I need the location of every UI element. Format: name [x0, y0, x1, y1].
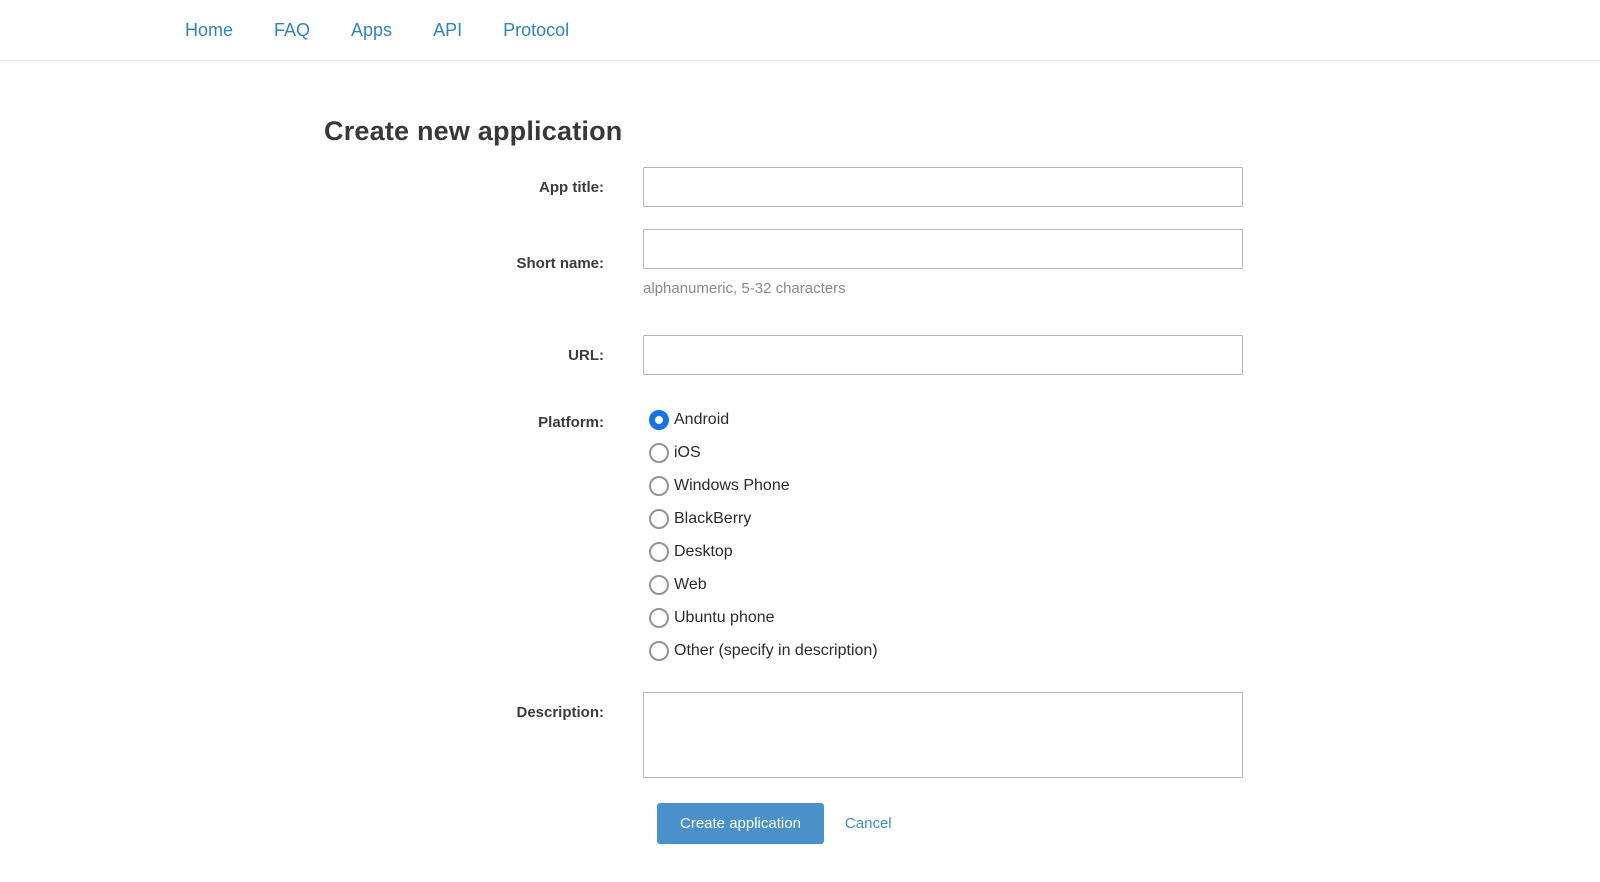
form-row-app-title: App title: — [185, 167, 1415, 207]
radio-unselected-icon[interactable] — [649, 509, 669, 529]
platform-option-label: Windows Phone — [674, 477, 790, 495]
platform-option-other-specify-in-description[interactable]: Other (specify in description) — [649, 641, 1243, 661]
nav-link-home[interactable]: Home — [185, 20, 233, 40]
platform-option-ios[interactable]: iOS — [649, 443, 1243, 463]
create-application-button[interactable]: Create application — [657, 803, 824, 844]
radio-unselected-icon[interactable] — [649, 542, 669, 562]
form-row-platform: Platform: Android iOS Windows Phone BlackBe… — [185, 410, 1415, 674]
radio-unselected-icon[interactable] — [649, 641, 669, 661]
platform-option-label: Desktop — [674, 543, 733, 561]
platform-option-label: Android — [674, 411, 729, 429]
platform-option-web[interactable]: Web — [649, 575, 1243, 595]
platform-option-windows-phone[interactable]: Windows Phone — [649, 476, 1243, 496]
short-name-label: Short name: — [185, 255, 604, 272]
form-row-description: Description: — [185, 692, 1415, 783]
radio-unselected-icon[interactable] — [649, 476, 669, 496]
form-actions: Create application Cancel — [657, 803, 1415, 844]
nav-link-protocol[interactable]: Protocol — [503, 20, 569, 40]
platform-options: Android iOS Windows Phone BlackBerry Desktop… — [643, 410, 1243, 674]
platform-option-label: BlackBerry — [674, 510, 751, 528]
radio-unselected-icon[interactable] — [649, 443, 669, 463]
nav-link-api[interactable]: API — [433, 20, 462, 40]
platform-option-blackberry[interactable]: BlackBerry — [649, 509, 1243, 529]
platform-option-label: iOS — [674, 444, 701, 462]
platform-label: Platform: — [185, 410, 604, 431]
platform-option-desktop[interactable]: Desktop — [649, 542, 1243, 562]
platform-option-ubuntu-phone[interactable]: Ubuntu phone — [649, 608, 1243, 628]
app-title-input[interactable] — [643, 167, 1243, 207]
platform-option-label: Web — [674, 576, 707, 594]
description-label: Description: — [185, 692, 604, 721]
main-content: Create new application App title: Short … — [185, 61, 1415, 844]
form-row-url: URL: — [185, 335, 1415, 375]
platform-option-android[interactable]: Android — [649, 410, 1243, 430]
radio-unselected-icon[interactable] — [649, 608, 669, 628]
top-navigation-bar: Home FAQ Apps API Protocol — [0, 0, 1600, 61]
radio-unselected-icon[interactable] — [649, 575, 669, 595]
short-name-hint: alphanumeric, 5-32 characters — [643, 280, 1243, 297]
form-row-short-name: Short name: alphanumeric, 5-32 character… — [185, 229, 1415, 297]
page-title: Create new application — [324, 116, 1415, 147]
nav-links: Home FAQ Apps API Protocol — [185, 20, 610, 41]
description-textarea[interactable] — [643, 692, 1243, 778]
platform-option-label: Other (specify in description) — [674, 642, 878, 660]
short-name-input[interactable] — [643, 229, 1243, 269]
radio-selected-icon[interactable] — [649, 410, 669, 430]
cancel-link[interactable]: Cancel — [845, 815, 892, 832]
url-input[interactable] — [643, 335, 1243, 375]
platform-option-label: Ubuntu phone — [674, 609, 775, 627]
url-label: URL: — [185, 347, 604, 364]
app-title-label: App title: — [185, 179, 604, 196]
nav-link-apps[interactable]: Apps — [351, 20, 392, 40]
nav-link-faq[interactable]: FAQ — [274, 20, 310, 40]
